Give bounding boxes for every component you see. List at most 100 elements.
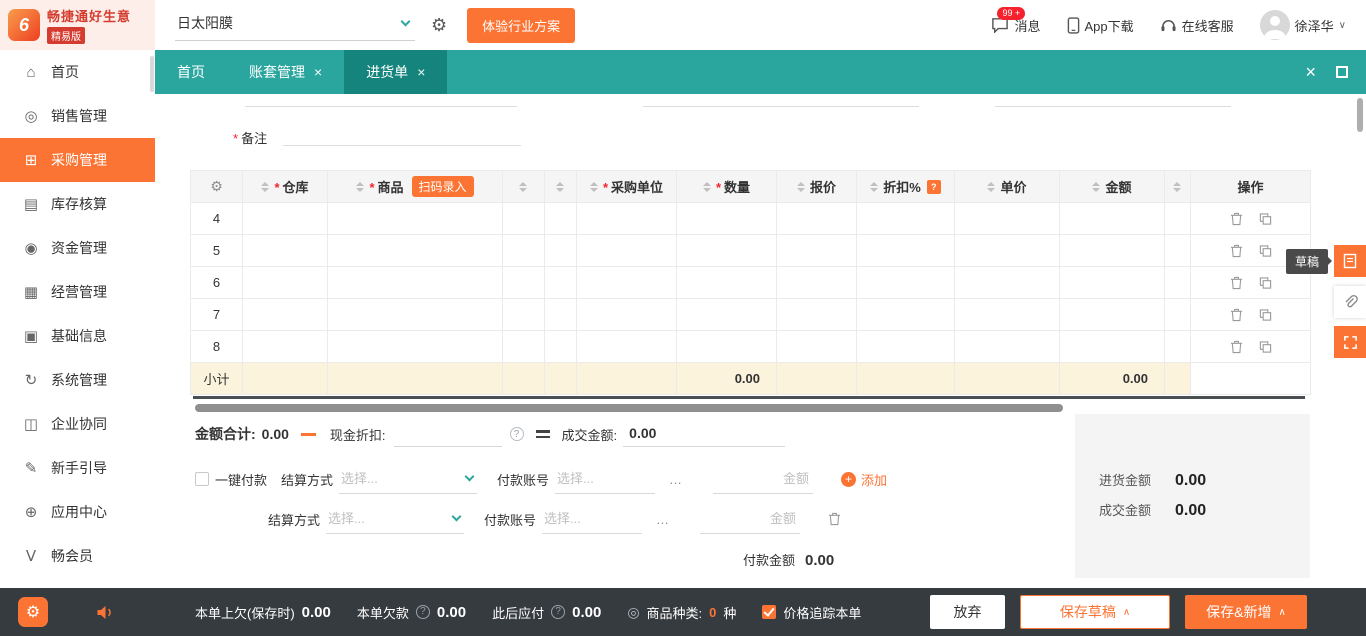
cell[interactable] — [327, 266, 503, 299]
col-aux-2[interactable] — [544, 170, 577, 203]
cell[interactable] — [327, 298, 503, 331]
sort-icon[interactable] — [796, 181, 805, 192]
edit-icon[interactable]: ? — [926, 179, 941, 194]
close-icon[interactable]: × — [314, 64, 322, 80]
cell[interactable] — [576, 298, 677, 331]
cell[interactable] — [954, 202, 1060, 235]
col-warehouse[interactable]: 仓库 — [242, 170, 328, 203]
add-payment-button[interactable]: + 添加 — [841, 470, 887, 489]
cell[interactable] — [776, 202, 857, 235]
tab-home[interactable]: 首页 — [155, 50, 227, 94]
delete-row-icon[interactable] — [1230, 340, 1243, 354]
scan-input-button[interactable]: 扫码录入 — [411, 176, 474, 197]
cell[interactable] — [954, 266, 1060, 299]
price-track-checkbox[interactable] — [762, 605, 777, 619]
cell[interactable] — [856, 202, 955, 235]
sidebar-item-sales[interactable]: ◎ 销售管理 — [0, 94, 155, 138]
cell[interactable] — [242, 266, 328, 299]
settle-method-select[interactable]: 选择... — [326, 504, 465, 534]
cell[interactable] — [676, 298, 777, 331]
help-icon[interactable]: ? — [551, 605, 566, 619]
delete-payment-icon[interactable] — [828, 512, 841, 526]
sidebar-item-collab[interactable]: ◫ 企业协同 — [0, 402, 155, 446]
cell[interactable] — [502, 266, 545, 299]
cell[interactable] — [676, 202, 777, 235]
cell[interactable] — [544, 202, 577, 235]
ellipsis-picker-icon[interactable]: … — [656, 512, 670, 527]
copy-row-icon[interactable] — [1259, 340, 1272, 354]
sidebar-item-system[interactable]: ↻ 系统管理 — [0, 358, 155, 402]
cell[interactable] — [502, 330, 545, 363]
cell[interactable] — [676, 266, 777, 299]
sort-icon[interactable] — [987, 181, 996, 192]
help-icon[interactable]: ? — [509, 427, 524, 441]
save-draft-button[interactable]: 保存草稿 ∧ — [1020, 595, 1170, 629]
pay-account-input[interactable]: 选择... — [542, 504, 643, 534]
discard-button[interactable]: 放弃 — [930, 595, 1005, 629]
cell[interactable] — [954, 298, 1060, 331]
deal-amount-value[interactable]: 0.00 — [623, 421, 786, 447]
cell[interactable] — [1059, 266, 1165, 299]
vertical-scrollbar[interactable] — [1357, 98, 1363, 132]
save-and-new-button[interactable]: 保存&新增 ∧ — [1185, 595, 1307, 629]
ellipsis-picker-icon[interactable]: … — [669, 472, 683, 487]
user-menu[interactable]: 徐泽华 ∨ — [1259, 10, 1346, 40]
bottom-settings-button[interactable]: ⚙ — [18, 597, 48, 627]
sort-icon[interactable] — [870, 181, 879, 192]
delete-row-icon[interactable] — [1230, 276, 1243, 290]
pay-account-input[interactable]: 选择... — [555, 464, 656, 494]
col-aux-1[interactable] — [502, 170, 545, 203]
cell[interactable] — [576, 330, 677, 363]
sidebar-item-app-center[interactable]: ⊕ 应用中心 — [0, 490, 155, 534]
cell[interactable] — [327, 330, 503, 363]
attachment-button[interactable] — [1334, 286, 1366, 318]
cell[interactable] — [576, 234, 677, 267]
cell[interactable] — [544, 234, 577, 267]
cell[interactable] — [954, 330, 1060, 363]
app-download-button[interactable]: App下载 — [1067, 16, 1134, 35]
sort-icon[interactable] — [1172, 181, 1181, 192]
delete-row-icon[interactable] — [1230, 308, 1243, 322]
col-product[interactable]: 商品扫码录入 — [327, 170, 503, 203]
sidebar-item-home[interactable]: ⌂ 首页 — [0, 50, 155, 94]
column-settings[interactable]: ⚙ — [190, 170, 243, 203]
fullscreen-icon[interactable] — [1336, 66, 1348, 78]
sidebar-item-base-info[interactable]: ▣ 基础信息 — [0, 314, 155, 358]
pay-amount-input[interactable]: 金额 — [713, 464, 814, 494]
sort-icon[interactable] — [261, 181, 270, 192]
sort-icon[interactable] — [518, 181, 527, 192]
sidebar-item-operations[interactable]: ▦ 经营管理 — [0, 270, 155, 314]
copy-row-icon[interactable] — [1259, 276, 1272, 290]
cell[interactable] — [676, 234, 777, 267]
cell[interactable] — [544, 330, 577, 363]
col-quote[interactable]: 报价 — [776, 170, 857, 203]
company-selector[interactable]: 日太阳膜 — [175, 9, 415, 41]
expand-button[interactable] — [1334, 326, 1366, 358]
sidebar-item-purchase[interactable]: ⊞ 采购管理 — [0, 138, 155, 182]
cell[interactable] — [242, 234, 328, 267]
col-amount[interactable]: 金额 — [1059, 170, 1165, 203]
cell[interactable] — [1059, 330, 1165, 363]
settle-method-select[interactable]: 选择... — [339, 464, 478, 494]
cell[interactable] — [502, 298, 545, 331]
cell[interactable] — [327, 234, 503, 267]
tab-account[interactable]: 账套管理 × — [227, 50, 344, 94]
cell[interactable] — [856, 298, 955, 331]
cell[interactable] — [856, 234, 955, 267]
cell[interactable] — [327, 202, 503, 235]
messages-button[interactable]: 99 + 消息 — [991, 6, 1041, 35]
cell[interactable] — [242, 330, 328, 363]
delete-row-icon[interactable] — [1230, 212, 1243, 226]
sidebar-item-guide[interactable]: ✎ 新手引导 — [0, 446, 155, 490]
help-icon[interactable]: ? — [415, 605, 430, 619]
cell[interactable] — [856, 266, 955, 299]
cell[interactable] — [776, 298, 857, 331]
field-underline[interactable] — [995, 106, 1231, 107]
delete-row-icon[interactable] — [1230, 244, 1243, 258]
settings-gear-icon[interactable]: ⚙ — [431, 15, 447, 36]
cell[interactable] — [576, 266, 677, 299]
copy-row-icon[interactable] — [1259, 308, 1272, 322]
cell[interactable] — [1059, 298, 1165, 331]
copy-row-icon[interactable] — [1259, 244, 1272, 258]
col-aux-3[interactable] — [1164, 170, 1191, 203]
